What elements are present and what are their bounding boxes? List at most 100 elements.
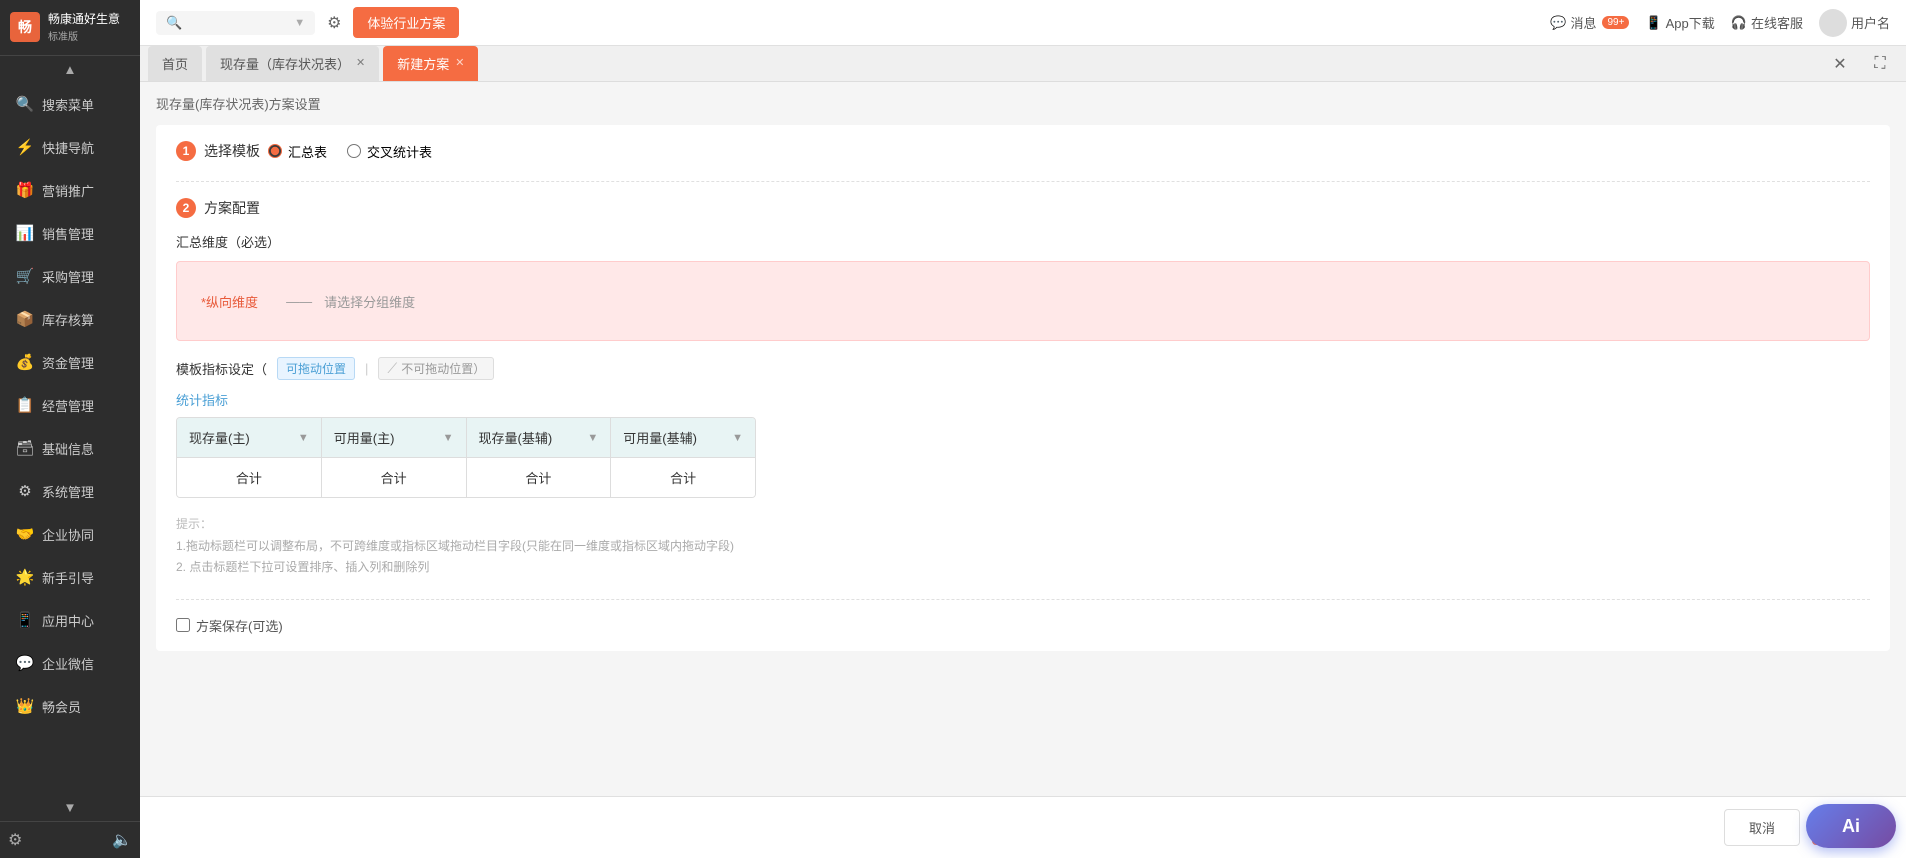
radio-summary[interactable]: 汇总表 bbox=[268, 142, 327, 161]
tip-1: 1.拖动标题栏可以调整布局，不可跨维度或指标区域拖动栏目字段(只能在同一维度或指… bbox=[176, 536, 1870, 558]
section-template: 1 选择模板 汇总表 交叉统计表 bbox=[176, 141, 1870, 161]
app-download-label: App下载 bbox=[1666, 13, 1715, 32]
section-divider-1 bbox=[176, 181, 1870, 182]
radio-summary-input[interactable] bbox=[268, 144, 282, 158]
sidebar-item-cooperation[interactable]: 🤝 企业协同 bbox=[0, 513, 140, 556]
save-option-label: 方案保存(可选) bbox=[196, 616, 283, 635]
sidebar-item-app-center[interactable]: 📱 应用中心 bbox=[0, 599, 140, 642]
radio-summary-label: 汇总表 bbox=[288, 142, 327, 161]
sidebar-scroll-down[interactable]: ▼ bbox=[0, 794, 140, 821]
stats-cell-1: 合计 bbox=[322, 458, 467, 497]
sidebar-item-operations[interactable]: 📋 经营管理 bbox=[0, 384, 140, 427]
message-badge: 99+ bbox=[1602, 16, 1629, 29]
radio-cross-label: 交叉统计表 bbox=[367, 142, 432, 161]
stats-col-header-3[interactable]: 可用量(基辅) ▼ bbox=[611, 418, 755, 457]
operations-icon: 📋 bbox=[16, 396, 34, 414]
audio-icon[interactable]: 🔈 bbox=[112, 830, 132, 850]
online-service-item[interactable]: 🎧 在线客服 bbox=[1731, 13, 1803, 32]
footer-actions: 取消 查询 bbox=[140, 796, 1906, 858]
sidebar-item-inventory[interactable]: 📦 库存核算 bbox=[0, 298, 140, 341]
page-title: 现存量(库存状况表)方案设置 bbox=[156, 94, 1890, 113]
save-option: 方案保存(可选) bbox=[176, 616, 1870, 635]
section-config-title: 方案配置 bbox=[204, 198, 260, 218]
online-service-label: 在线客服 bbox=[1751, 13, 1803, 32]
tab-close-new-plan[interactable]: ✕ bbox=[455, 58, 464, 69]
search-box[interactable]: 🔍 ▼ bbox=[156, 11, 315, 35]
draggable-badge: 可拖动位置 bbox=[277, 357, 355, 380]
sidebar-item-wechat[interactable]: 💬 企业微信 bbox=[0, 642, 140, 685]
tab-inventory-status[interactable]: 现存量（库存状况表） ✕ bbox=[206, 46, 379, 81]
dim-area[interactable]: *纵向维度 —— 请选择分组维度 bbox=[176, 261, 1870, 341]
col-chevron-3[interactable]: ▼ bbox=[732, 432, 743, 444]
sidebar: 畅 畅康通好生意 标准版 ▲ 🔍 搜索菜单 ⚡ 快捷导航 🎁 营销推广 📊 销售… bbox=[0, 0, 140, 858]
sidebar-footer: ⚙ 🔈 bbox=[0, 821, 140, 858]
stats-col-header-1[interactable]: 可用量(主) ▼ bbox=[322, 418, 467, 457]
vertical-dim-dash: —— bbox=[286, 294, 312, 309]
sidebar-item-finance[interactable]: 💰 资金管理 bbox=[0, 341, 140, 384]
sidebar-item-purchase[interactable]: 🛒 采购管理 bbox=[0, 255, 140, 298]
brand-version: 标准版 bbox=[48, 28, 120, 43]
stats-table-body: 合计 合计 合计 合计 bbox=[177, 457, 755, 497]
sidebar-nav: 🔍 搜索菜单 ⚡ 快捷导航 🎁 营销推广 📊 销售管理 🛒 采购管理 📦 库存核… bbox=[0, 83, 140, 794]
sidebar-item-label: 库存核算 bbox=[42, 310, 94, 329]
experience-btn[interactable]: 体验行业方案 bbox=[353, 7, 459, 38]
sidebar-item-label: 企业微信 bbox=[42, 654, 94, 673]
non-draggable-badge: ⟋ 不可拖动位置） bbox=[378, 357, 494, 380]
brand-logo: 畅 bbox=[10, 12, 40, 42]
sidebar-item-basic-info[interactable]: 🗃 基础信息 bbox=[0, 427, 140, 470]
finance-icon: 💰 bbox=[16, 353, 34, 371]
window-close-btn[interactable]: ✕ bbox=[1822, 46, 1858, 82]
search-input[interactable] bbox=[188, 15, 288, 30]
topbar: 🔍 ▼ ⚙ 体验行业方案 💬 消息 99+ 📱 App下载 🎧 在线客服 bbox=[140, 0, 1906, 46]
sidebar-item-search-menu[interactable]: 🔍 搜索菜单 bbox=[0, 83, 140, 126]
stats-cell-3: 合计 bbox=[611, 458, 755, 497]
sidebar-item-label: 搜索菜单 bbox=[42, 95, 94, 114]
tab-home[interactable]: 首页 bbox=[148, 46, 202, 81]
template-options: 汇总表 交叉统计表 bbox=[268, 142, 432, 161]
section-template-title: 选择模板 bbox=[204, 141, 260, 161]
sidebar-item-quick-nav[interactable]: ⚡ 快捷导航 bbox=[0, 126, 140, 169]
member-icon: 👑 bbox=[16, 697, 34, 715]
tips-title: 提示： bbox=[176, 517, 212, 531]
message-item[interactable]: 💬 消息 99+ bbox=[1550, 13, 1629, 32]
settings-panel: 1 选择模板 汇总表 交叉统计表 bbox=[156, 125, 1890, 651]
ai-float-button[interactable]: Ai bbox=[1806, 804, 1896, 848]
sidebar-item-label: 快捷导航 bbox=[42, 138, 94, 157]
cancel-button[interactable]: 取消 bbox=[1724, 809, 1800, 846]
section-template-header: 1 选择模板 汇总表 交叉统计表 bbox=[176, 141, 1870, 161]
save-checkbox[interactable] bbox=[176, 618, 190, 632]
sidebar-item-label: 采购管理 bbox=[42, 267, 94, 286]
sidebar-item-marketing[interactable]: 🎁 营销推广 bbox=[0, 169, 140, 212]
stats-col-header-0[interactable]: 现存量(主) ▼ bbox=[177, 418, 322, 457]
sidebar-item-sales[interactable]: 📊 销售管理 bbox=[0, 212, 140, 255]
sidebar-item-label: 销售管理 bbox=[42, 224, 94, 243]
vertical-dim-label: *纵向维度 bbox=[201, 292, 258, 311]
brand-header: 畅 畅康通好生意 标准版 bbox=[0, 0, 140, 56]
sidebar-item-label: 新手引导 bbox=[42, 568, 94, 587]
radio-cross-input[interactable] bbox=[347, 144, 361, 158]
app-download-item[interactable]: 📱 App下载 bbox=[1645, 13, 1714, 32]
vertical-dim-placeholder: 请选择分组维度 bbox=[324, 292, 415, 311]
content-area: 现存量(库存状况表)方案设置 1 选择模板 汇总表 bbox=[140, 82, 1906, 796]
tab-new-plan[interactable]: 新建方案 ✕ bbox=[383, 46, 478, 81]
sidebar-item-system[interactable]: ⚙ 系统管理 bbox=[0, 470, 140, 513]
gear-icon[interactable]: ⚙ bbox=[327, 13, 341, 33]
col-chevron-0[interactable]: ▼ bbox=[298, 432, 309, 444]
tab-new-plan-label: 新建方案 bbox=[397, 54, 449, 73]
tab-close-inventory[interactable]: ✕ bbox=[356, 58, 365, 69]
search-dropdown-icon[interactable]: ▼ bbox=[294, 17, 305, 29]
sidebar-scroll-up[interactable]: ▲ bbox=[0, 56, 140, 83]
user-item[interactable]: 用户名 bbox=[1819, 9, 1890, 37]
settings-icon[interactable]: ⚙ bbox=[8, 830, 22, 850]
slash-icon: ⟋ bbox=[387, 360, 397, 377]
stats-col-header-2[interactable]: 现存量(基辅) ▼ bbox=[467, 418, 612, 457]
window-expand-btn[interactable]: ⛶ bbox=[1862, 46, 1898, 82]
cooperation-icon: 🤝 bbox=[16, 525, 34, 543]
sidebar-item-label: 系统管理 bbox=[42, 482, 94, 501]
col-chevron-1[interactable]: ▼ bbox=[443, 432, 454, 444]
system-icon: ⚙ bbox=[16, 482, 34, 500]
col-chevron-2[interactable]: ▼ bbox=[587, 432, 598, 444]
radio-cross[interactable]: 交叉统计表 bbox=[347, 142, 432, 161]
sidebar-item-member[interactable]: 👑 畅会员 bbox=[0, 685, 140, 728]
sidebar-item-guide[interactable]: 🌟 新手引导 bbox=[0, 556, 140, 599]
